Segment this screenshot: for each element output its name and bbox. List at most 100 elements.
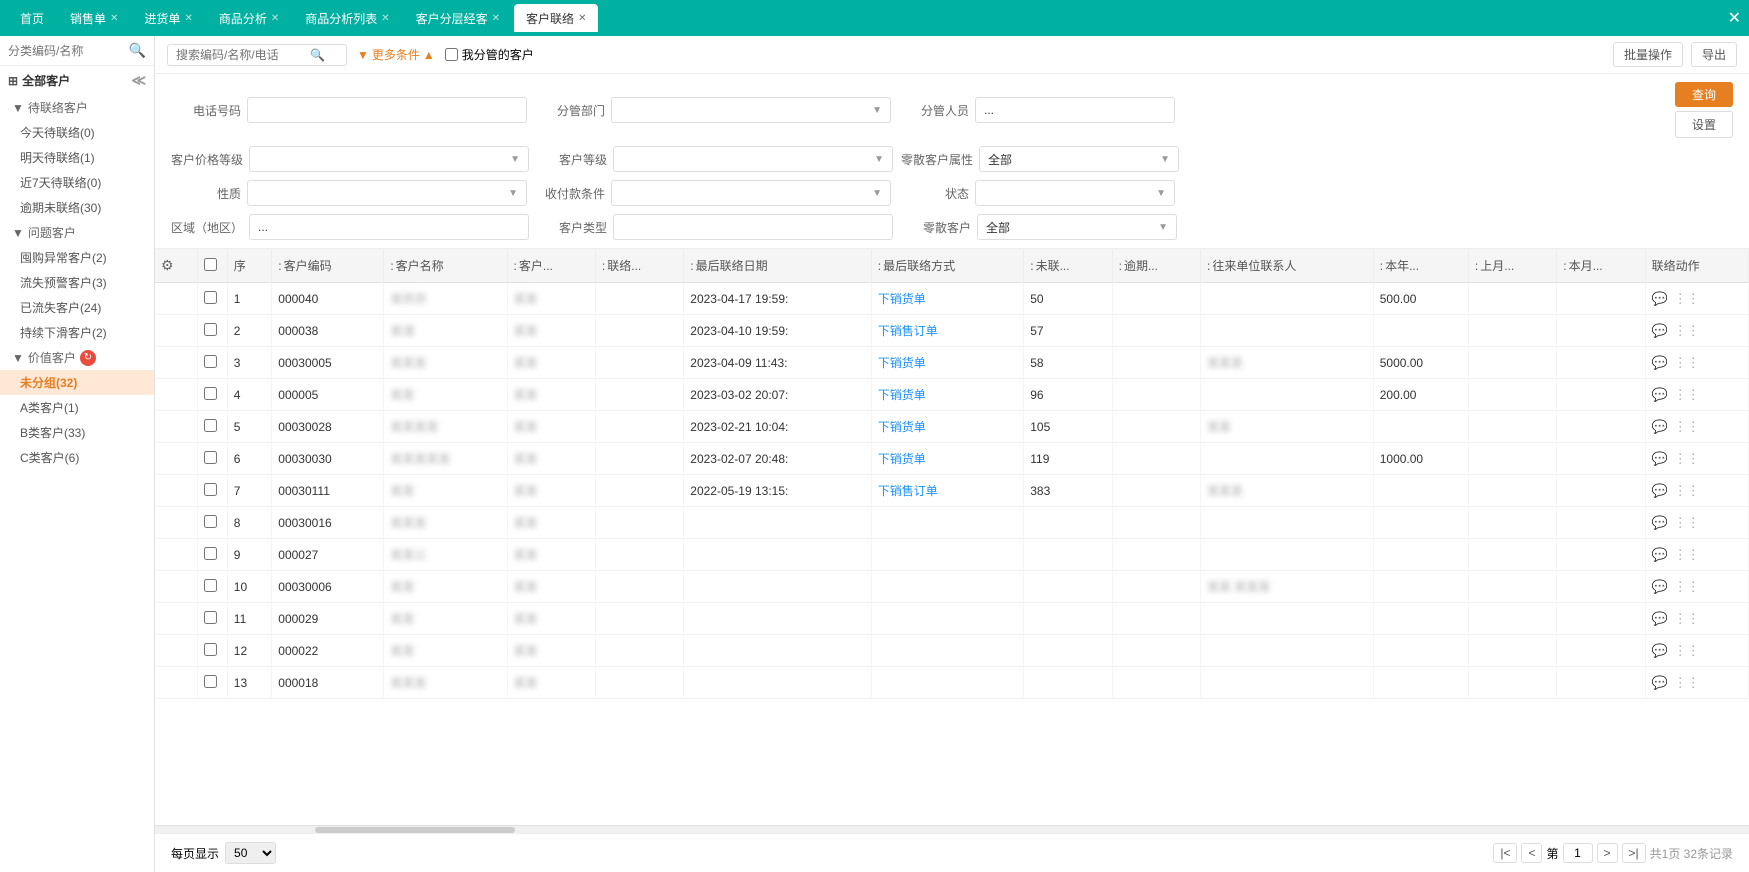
more-icon[interactable]: ⋮⋮	[1674, 451, 1700, 467]
more-icon[interactable]: ⋮⋮	[1674, 419, 1700, 435]
chat-icon[interactable]: 💬	[1652, 323, 1668, 339]
row-checkbox-10[interactable]	[204, 611, 217, 624]
tab-home[interactable]: 首页	[8, 4, 56, 32]
search-input[interactable]	[176, 48, 306, 62]
customer-level-select[interactable]: ▼	[613, 146, 893, 172]
row-checkbox-1[interactable]	[204, 323, 217, 336]
close-sales-icon[interactable]: ✕	[110, 13, 118, 24]
person-select[interactable]: ...	[975, 97, 1175, 123]
more-icon[interactable]: ⋮⋮	[1674, 387, 1700, 403]
tab-purchase[interactable]: 进货单 ✕	[132, 4, 204, 32]
last-page-btn[interactable]: >|	[1622, 843, 1646, 863]
sidebar-item-today[interactable]: 今天待联络(0)	[0, 120, 154, 145]
row-checkbox-8[interactable]	[204, 547, 217, 560]
prev-page-btn[interactable]: <	[1521, 843, 1542, 863]
chat-icon[interactable]: 💬	[1652, 483, 1668, 499]
last-method-link[interactable]: 下销货单	[878, 356, 926, 370]
tab-product-list[interactable]: 商品分析列表 ✕	[293, 4, 401, 32]
row-checkbox-11[interactable]	[204, 643, 217, 656]
row-checkbox-6[interactable]	[204, 483, 217, 496]
price-level-select[interactable]: ▼	[249, 146, 529, 172]
last-method-link[interactable]: 下销售订单	[878, 484, 938, 498]
select-all-checkbox[interactable]	[204, 258, 217, 271]
sidebar-item-class-a[interactable]: A类客户(1)	[0, 395, 154, 420]
more-icon[interactable]: ⋮⋮	[1674, 643, 1700, 659]
row-checkbox-4[interactable]	[204, 419, 217, 432]
close-product-analysis-icon[interactable]: ✕	[271, 13, 279, 24]
sparse-customer-select[interactable]: 全部 ▼	[977, 214, 1177, 240]
horizontal-scrollbar[interactable]	[155, 825, 1749, 833]
sidebar-item-class-b[interactable]: B类客户(33)	[0, 420, 154, 445]
sidebar-group-pending[interactable]: ▼ 待联络客户	[0, 95, 154, 120]
last-method-link[interactable]: 下销货单	[878, 292, 926, 306]
tab-product-analysis[interactable]: 商品分析 ✕	[207, 4, 291, 32]
more-icon[interactable]: ⋮⋮	[1674, 483, 1700, 499]
my-customers-filter[interactable]: 我分管的客户	[445, 46, 534, 63]
my-customers-checkbox[interactable]	[445, 48, 458, 61]
close-customer-contact-icon[interactable]: ✕	[578, 13, 586, 24]
last-method-link[interactable]: 下销售订单	[878, 324, 938, 338]
nature-select[interactable]: ▼	[247, 180, 527, 206]
chat-icon[interactable]: 💬	[1652, 547, 1668, 563]
batch-ops-button[interactable]: 批量操作	[1613, 42, 1683, 67]
row-checkbox-9[interactable]	[204, 579, 217, 592]
export-button[interactable]: 导出	[1691, 42, 1737, 67]
settings-icon[interactable]: ⚙	[161, 257, 174, 273]
row-checkbox-12[interactable]	[204, 675, 217, 688]
tab-sales[interactable]: 销售单 ✕	[58, 4, 130, 32]
more-icon[interactable]: ⋮⋮	[1674, 579, 1700, 595]
row-checkbox-0[interactable]	[204, 291, 217, 304]
sidebar-item-churn-warning[interactable]: 流失预警客户(3)	[0, 270, 154, 295]
search-box[interactable]: 🔍	[167, 44, 347, 66]
sidebar-item-tomorrow[interactable]: 明天待联络(1)	[0, 145, 154, 170]
sidebar-search-input[interactable]	[8, 44, 129, 58]
sidebar-group-problem[interactable]: ▼ 问题客户	[0, 220, 154, 245]
payment-select[interactable]: ▼	[611, 180, 891, 206]
first-page-btn[interactable]: |<	[1493, 843, 1517, 863]
chat-icon[interactable]: 💬	[1652, 675, 1668, 691]
chat-icon[interactable]: 💬	[1652, 355, 1668, 371]
sidebar-group-value[interactable]: ▼ 价值客户 ↻	[0, 345, 154, 370]
customer-type-select[interactable]	[613, 214, 893, 240]
filter-more-conditions[interactable]: ▼ 更多条件 ▲	[357, 46, 435, 63]
row-checkbox-2[interactable]	[204, 355, 217, 368]
chat-icon[interactable]: 💬	[1652, 419, 1668, 435]
search-icon[interactable]: 🔍	[310, 48, 325, 62]
close-purchase-icon[interactable]: ✕	[184, 13, 192, 24]
close-product-list-icon[interactable]: ✕	[381, 13, 389, 24]
sparse-attr-select[interactable]: 全部 ▼	[979, 146, 1179, 172]
sidebar-item-declining[interactable]: 持续下滑客户(2)	[0, 320, 154, 345]
chat-icon[interactable]: 💬	[1652, 291, 1668, 307]
last-method-link[interactable]: 下销货单	[878, 420, 926, 434]
more-icon[interactable]: ⋮⋮	[1674, 611, 1700, 627]
more-icon[interactable]: ⋮⋮	[1674, 675, 1700, 691]
next-page-btn[interactable]: >	[1597, 843, 1618, 863]
sidebar-item-ungroup[interactable]: 未分组(32)	[0, 370, 154, 395]
tab-customer-contact[interactable]: 客户联络 ✕	[514, 4, 598, 32]
more-icon[interactable]: ⋮⋮	[1674, 547, 1700, 563]
sidebar-search-icon[interactable]: 🔍	[129, 42, 146, 59]
chat-icon[interactable]: 💬	[1652, 579, 1668, 595]
query-button[interactable]: 查询	[1675, 82, 1733, 107]
sidebar-item-overdue[interactable]: 逾期未联络(30)	[0, 195, 154, 220]
region-select[interactable]: ...	[249, 214, 529, 240]
chat-icon[interactable]: 💬	[1652, 387, 1668, 403]
collapse-icon[interactable]: ≪	[131, 72, 146, 89]
nav-close-icon[interactable]: ✕	[1728, 8, 1741, 28]
last-method-link[interactable]: 下销货单	[878, 452, 926, 466]
sidebar-item-abnormal[interactable]: 囤购异常客户(2)	[0, 245, 154, 270]
per-page-select[interactable]: 50 100 200	[225, 842, 276, 864]
chat-icon[interactable]: 💬	[1652, 611, 1668, 627]
more-icon[interactable]: ⋮⋮	[1674, 515, 1700, 531]
reset-button[interactable]: 设置	[1675, 111, 1733, 138]
sidebar-item-week[interactable]: 近7天待联络(0)	[0, 170, 154, 195]
more-icon[interactable]: ⋮⋮	[1674, 355, 1700, 371]
status-select[interactable]: ▼	[975, 180, 1175, 206]
more-icon[interactable]: ⋮⋮	[1674, 291, 1700, 307]
chat-icon[interactable]: 💬	[1652, 643, 1668, 659]
sidebar-item-class-c[interactable]: C类客户(6)	[0, 445, 154, 470]
row-checkbox-5[interactable]	[204, 451, 217, 464]
page-input[interactable]	[1563, 843, 1593, 863]
last-method-link[interactable]: 下销货单	[878, 388, 926, 402]
more-icon[interactable]: ⋮⋮	[1674, 323, 1700, 339]
